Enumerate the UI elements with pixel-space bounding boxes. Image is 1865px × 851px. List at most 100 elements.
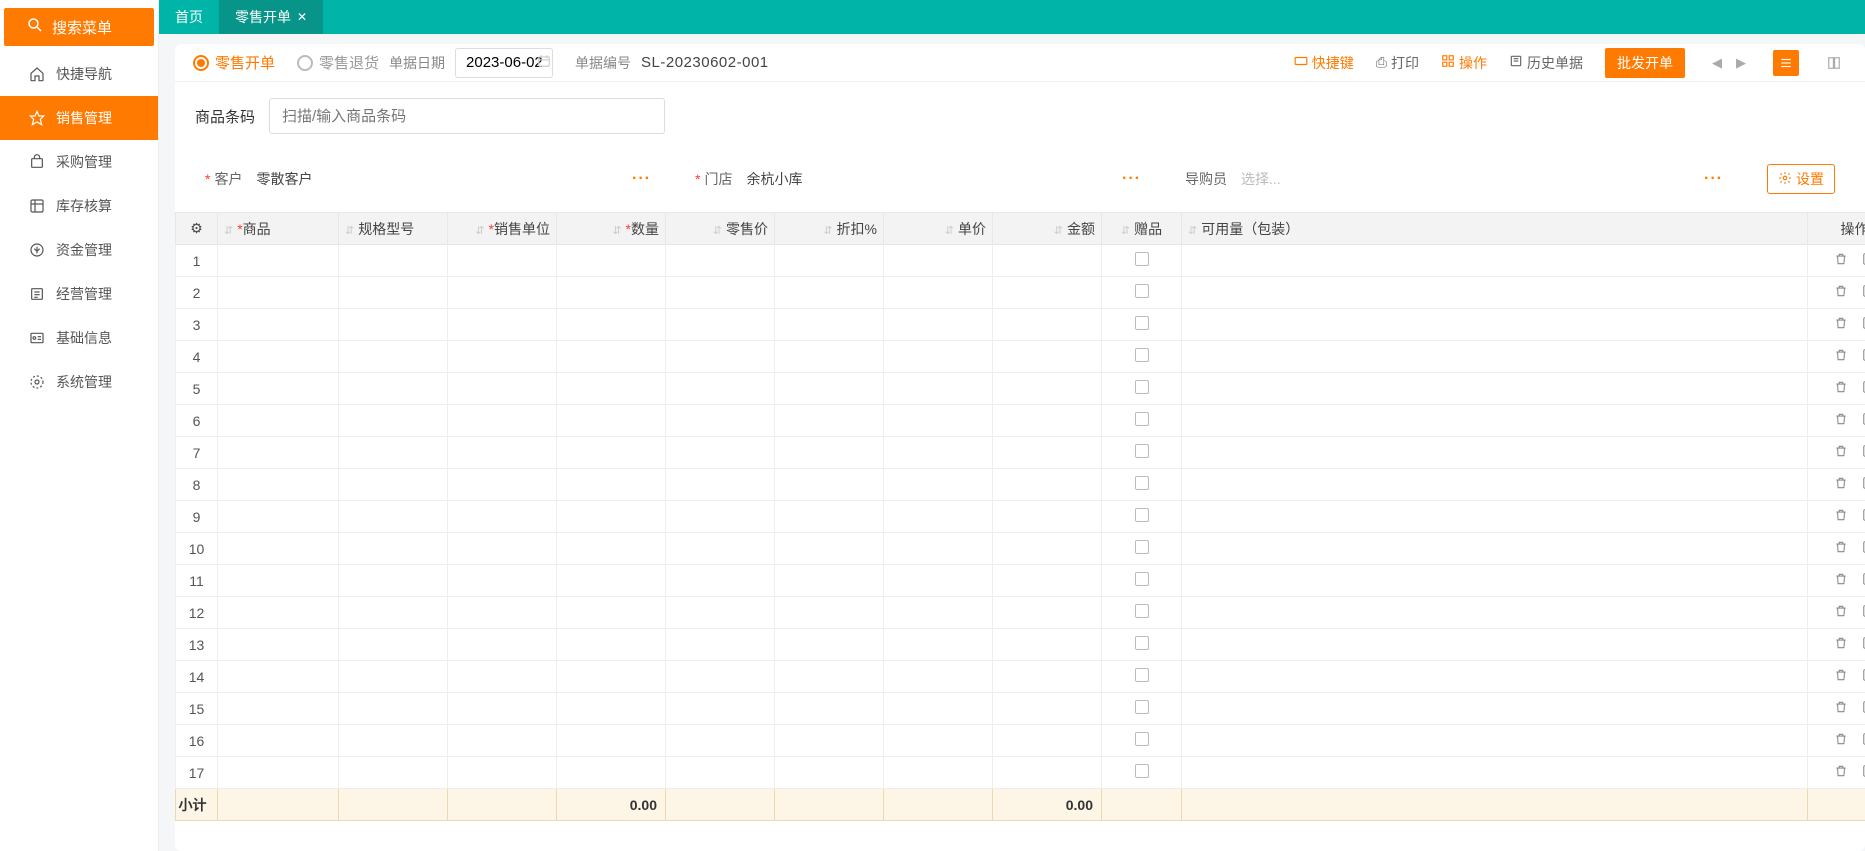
cell-product[interactable] xyxy=(218,309,339,341)
cell-qty[interactable] xyxy=(557,597,666,629)
cell-retail-price[interactable] xyxy=(666,757,775,789)
table-row[interactable]: 13 xyxy=(176,629,1865,661)
table-row[interactable]: 3 xyxy=(176,309,1865,341)
th-amount[interactable]: ⇵金额 xyxy=(993,213,1102,245)
cell-amount[interactable] xyxy=(993,565,1102,597)
next-doc-button[interactable]: ▶ xyxy=(1731,50,1751,76)
add-row-icon[interactable] xyxy=(1862,604,1865,621)
cell-retail-price[interactable] xyxy=(666,533,775,565)
table-row[interactable]: 10 xyxy=(176,533,1865,565)
cell-spec[interactable] xyxy=(339,533,448,565)
cell-amount[interactable] xyxy=(993,437,1102,469)
cell-unit[interactable] xyxy=(448,469,557,501)
cell-qty[interactable] xyxy=(557,405,666,437)
cell-unit[interactable] xyxy=(448,757,557,789)
cell-product[interactable] xyxy=(218,565,339,597)
cell-amount[interactable] xyxy=(993,597,1102,629)
cell-amount[interactable] xyxy=(993,533,1102,565)
cell-retail-price[interactable] xyxy=(666,309,775,341)
cell-gift[interactable] xyxy=(1102,373,1182,405)
cell-discount[interactable] xyxy=(775,373,884,405)
cell-unit-price[interactable] xyxy=(884,693,993,725)
checkbox-icon[interactable] xyxy=(1135,700,1149,714)
checkbox-icon[interactable] xyxy=(1135,476,1149,490)
cell-spec[interactable] xyxy=(339,437,448,469)
cell-product[interactable] xyxy=(218,373,339,405)
cell-unit[interactable] xyxy=(448,565,557,597)
cell-unit[interactable] xyxy=(448,725,557,757)
add-row-icon[interactable] xyxy=(1862,636,1865,653)
prev-doc-button[interactable]: ◀ xyxy=(1707,50,1727,76)
sidebar-item-3[interactable]: 库存核算 xyxy=(0,184,158,228)
layout-icon[interactable] xyxy=(1821,50,1847,76)
cell-discount[interactable] xyxy=(775,693,884,725)
table-row[interactable]: 2 xyxy=(176,277,1865,309)
delete-icon[interactable] xyxy=(1834,412,1848,429)
table-row[interactable]: 12 xyxy=(176,597,1865,629)
cell-retail-price[interactable] xyxy=(666,277,775,309)
cell-unit[interactable] xyxy=(448,277,557,309)
cell-retail-price[interactable] xyxy=(666,629,775,661)
th-retail-price[interactable]: ⇵零售价 xyxy=(666,213,775,245)
list-view-icon[interactable] xyxy=(1773,50,1799,76)
cell-spec[interactable] xyxy=(339,405,448,437)
cell-spec[interactable] xyxy=(339,277,448,309)
cell-gift[interactable] xyxy=(1102,693,1182,725)
sidebar-item-4[interactable]: 资金管理 xyxy=(0,228,158,272)
table-row[interactable]: 16 xyxy=(176,725,1865,757)
settings-button[interactable]: 设置 xyxy=(1767,164,1835,194)
checkbox-icon[interactable] xyxy=(1135,348,1149,362)
delete-icon[interactable] xyxy=(1834,348,1848,365)
delete-icon[interactable] xyxy=(1834,284,1848,301)
cell-amount[interactable] xyxy=(993,725,1102,757)
cell-product[interactable] xyxy=(218,245,339,277)
cell-amount[interactable] xyxy=(993,501,1102,533)
table-row[interactable]: 9 xyxy=(176,501,1865,533)
cell-gift[interactable] xyxy=(1102,533,1182,565)
cell-retail-price[interactable] xyxy=(666,405,775,437)
sidebar-item-2[interactable]: 采购管理 xyxy=(0,140,158,184)
cell-qty[interactable] xyxy=(557,437,666,469)
tab-0[interactable]: 首页 xyxy=(159,0,219,34)
cell-qty[interactable] xyxy=(557,341,666,373)
cell-amount[interactable] xyxy=(993,277,1102,309)
add-row-icon[interactable] xyxy=(1862,316,1865,333)
cell-unit-price[interactable] xyxy=(884,341,993,373)
cell-discount[interactable] xyxy=(775,757,884,789)
cell-discount[interactable] xyxy=(775,309,884,341)
cell-product[interactable] xyxy=(218,469,339,501)
delete-icon[interactable] xyxy=(1834,252,1848,269)
cell-retail-price[interactable] xyxy=(666,437,775,469)
delete-icon[interactable] xyxy=(1834,508,1848,525)
delete-icon[interactable] xyxy=(1834,572,1848,589)
add-row-icon[interactable] xyxy=(1862,732,1865,749)
th-spec[interactable]: ⇵规格型号 xyxy=(339,213,448,245)
cell-qty[interactable] xyxy=(557,725,666,757)
checkbox-icon[interactable] xyxy=(1135,668,1149,682)
cell-spec[interactable] xyxy=(339,757,448,789)
cell-discount[interactable] xyxy=(775,661,884,693)
cell-unit[interactable] xyxy=(448,245,557,277)
cell-discount[interactable] xyxy=(775,533,884,565)
cell-unit[interactable] xyxy=(448,405,557,437)
cell-unit[interactable] xyxy=(448,373,557,405)
table-row[interactable]: 8 xyxy=(176,469,1865,501)
table-row[interactable]: 6 xyxy=(176,405,1865,437)
cell-amount[interactable] xyxy=(993,693,1102,725)
customer-picker-icon[interactable]: ··· xyxy=(632,170,651,188)
cell-retail-price[interactable] xyxy=(666,245,775,277)
cell-gift[interactable] xyxy=(1102,469,1182,501)
th-product[interactable]: ⇵*商品 xyxy=(218,213,339,245)
delete-icon[interactable] xyxy=(1834,380,1848,397)
add-row-icon[interactable] xyxy=(1862,412,1865,429)
cell-amount[interactable] xyxy=(993,629,1102,661)
operate-link[interactable]: 操作 xyxy=(1441,53,1487,73)
cell-product[interactable] xyxy=(218,693,339,725)
add-row-icon[interactable] xyxy=(1862,572,1865,589)
add-row-icon[interactable] xyxy=(1862,700,1865,717)
cell-unit[interactable] xyxy=(448,437,557,469)
checkbox-icon[interactable] xyxy=(1135,316,1149,330)
add-row-icon[interactable] xyxy=(1862,540,1865,557)
cell-unit-price[interactable] xyxy=(884,469,993,501)
customer-field[interactable]: * 客户 零散客户 ··· xyxy=(205,169,695,189)
